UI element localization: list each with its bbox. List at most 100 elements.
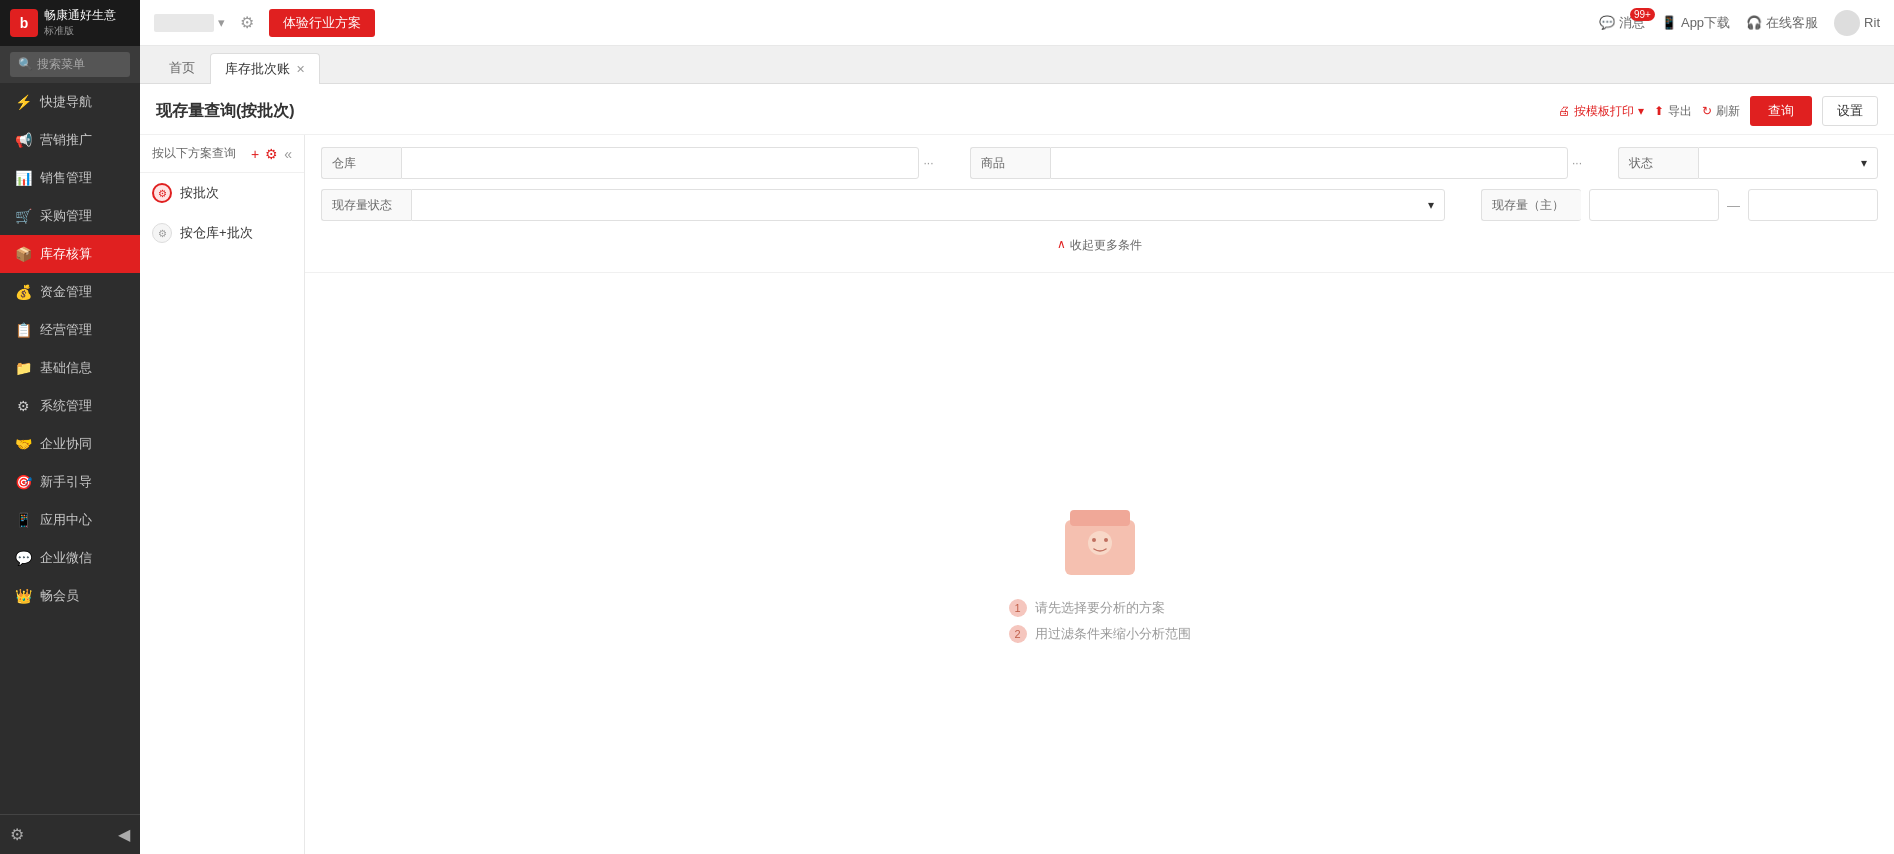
status-select[interactable]: ▾ [1698,147,1878,179]
sidebar-item-marketing[interactable]: 📢 营销推广 [0,121,140,159]
sidebar-item-inventory[interactable]: 📦 库存核算 [0,235,140,273]
sidebar-item-guide[interactable]: 🎯 新手引导 [0,463,140,501]
tip-text-1: 请先选择要分析的方案 [1035,599,1165,617]
add-scheme-button[interactable]: + [251,146,259,162]
messages-badge: 99+ [1630,8,1655,21]
collapse-icon: ∧ [1057,237,1066,254]
sidebar-item-label: 新手引导 [40,473,92,491]
empty-tip-2: 2 用过滤条件来缩小分析范围 [1009,625,1191,643]
sidebar-item-weixin[interactable]: 💬 企业微信 [0,539,140,577]
chevron-down-icon: ▾ [218,15,225,30]
sidebar-settings-icon[interactable]: ⚙ [10,825,24,844]
right-panel: 仓库 ··· 商品 ··· [305,135,1894,854]
page-actions: 🖨 按模板打印 ▾ ⬆ 导出 ↻ 刷新 查询 设置 [1558,96,1878,126]
trial-industry-button[interactable]: 体验行业方案 [269,9,375,37]
left-panel-header: 按以下方案查询 + ⚙ « [140,135,304,173]
phone-icon: 📱 [1661,15,1677,30]
topbar-settings-button[interactable]: ⚙ [233,9,261,37]
printer-icon: 🖨 [1558,104,1570,118]
stock-qty-min-input[interactable] [1589,189,1719,221]
topbar-dropdown[interactable]: ▾ [154,14,225,32]
warehouse-input[interactable] [401,147,919,179]
sidebar-item-label: 基础信息 [40,359,92,377]
stock-qty-label: 现存量（主） [1481,189,1581,221]
sidebar-item-finance[interactable]: 💰 资金管理 [0,273,140,311]
sidebar-header: b 畅康通好生意 标准版 [0,0,140,46]
stock-qty-max-input[interactable] [1748,189,1878,221]
print-button[interactable]: 🖨 按模板打印 ▾ [1558,103,1644,120]
filter-row-2: 现存量状态 ▾ 现存量（主） [321,189,1878,221]
sidebar-item-purchase[interactable]: 🛒 采购管理 [0,197,140,235]
refresh-button[interactable]: ↻ 刷新 [1702,103,1740,120]
sidebar-item-operations[interactable]: 📋 经营管理 [0,311,140,349]
weixin-icon: 💬 [14,549,32,567]
collapse-conditions-button[interactable]: ∧ 收起更多条件 [321,231,1878,260]
sidebar-item-basic[interactable]: 📁 基础信息 [0,349,140,387]
scheme-warehouse-icon: ⚙ [152,223,172,243]
user-name: Rit [1864,15,1880,30]
sidebar-item-label: 资金管理 [40,283,92,301]
enterprise-icon: 🤝 [14,435,32,453]
scheme-settings-button[interactable]: ⚙ [265,146,278,162]
product-input[interactable] [1050,147,1568,179]
left-panel-actions: + ⚙ « [251,146,292,162]
topbar-left: ▾ ⚙ 体验行业方案 [154,9,1589,37]
settings-button[interactable]: 设置 [1822,96,1878,126]
sidebar-item-label: 企业微信 [40,549,92,567]
scheme-batch[interactable]: ⚙ 按批次 [140,173,304,213]
sidebar-item-member[interactable]: 👑 畅会员 [0,577,140,615]
sidebar-item-enterprise[interactable]: 🤝 企业协同 [0,425,140,463]
empty-state: 1 请先选择要分析的方案 2 用过滤条件来缩小分析范围 [305,273,1894,854]
scheme-batch-icon: ⚙ [152,183,172,203]
stock-status-select[interactable]: ▾ [411,189,1445,221]
query-button[interactable]: 查询 [1750,96,1812,126]
sidebar-item-sales[interactable]: 📊 销售管理 [0,159,140,197]
refresh-label: 刷新 [1716,103,1740,120]
scheme-warehouse-batch[interactable]: ⚙ 按仓库+批次 [140,213,304,253]
scheme-header-label: 按以下方案查询 [152,145,236,162]
inventory-batch-tab-label: 库存批次账 [225,60,290,78]
purchase-icon: 🛒 [14,207,32,225]
sidebar-item-app-center[interactable]: 📱 应用中心 [0,501,140,539]
messages-button[interactable]: 💬 消息 99+ [1599,14,1645,32]
refresh-icon: ↻ [1702,104,1712,118]
sidebar-item-label: 经营管理 [40,321,92,339]
search-menu-item[interactable]: 🔍 搜索菜单 [10,52,130,77]
member-icon: 👑 [14,587,32,605]
sidebar-item-label: 销售管理 [40,169,92,187]
sidebar-item-quick-nav[interactable]: ⚡ 快捷导航 [0,83,140,121]
tab-home[interactable]: 首页 [154,52,210,83]
sidebar-item-label: 库存核算 [40,245,92,263]
page-header: 现存量查询(按批次) 🖨 按模板打印 ▾ ⬆ 导出 ↻ 刷新 [140,84,1894,135]
svg-rect-1 [1070,510,1130,526]
topbar-right: 💬 消息 99+ 📱 App下载 🎧 在线客服 Rit [1599,10,1880,36]
warehouse-more-icon[interactable]: ··· [923,156,933,170]
operations-icon: 📋 [14,321,32,339]
system-icon: ⚙ [14,397,32,415]
left-panel: 按以下方案查询 + ⚙ « ⚙ 按批次 [140,135,305,854]
app-title-block: 畅康通好生意 标准版 [44,8,116,38]
empty-illustration [1050,485,1150,585]
export-icon: ⬆ [1654,104,1664,118]
sidebar-item-label: 快捷导航 [40,93,92,111]
status-filter: 状态 ▾ [1618,147,1878,179]
stock-status-filter: 现存量状态 ▾ [321,189,1445,221]
service-button[interactable]: 🎧 在线客服 [1746,14,1818,32]
tab-close-button[interactable]: ✕ [296,64,305,75]
sidebar-item-system[interactable]: ⚙ 系统管理 [0,387,140,425]
collapse-panel-button[interactable]: « [284,146,292,162]
app-download-label: App下载 [1681,14,1730,32]
sidebar-nav: ⚡ 快捷导航 📢 营销推广 📊 销售管理 🛒 采购管理 📦 库存核算 💰 [0,83,140,814]
stock-quantity-filter: 现存量（主） — [1481,189,1878,221]
tabbar: 首页 库存批次账 ✕ [140,46,1894,84]
svg-point-3 [1092,538,1096,542]
user-profile-button[interactable]: Rit [1834,10,1880,36]
tab-inventory-batch[interactable]: 库存批次账 ✕ [210,53,320,84]
sidebar-collapse-icon[interactable]: ◀ [118,825,130,844]
body-layout: 按以下方案查询 + ⚙ « ⚙ 按批次 [140,135,1894,854]
content-area: 现存量查询(按批次) 🖨 按模板打印 ▾ ⬆ 导出 ↻ 刷新 [140,84,1894,854]
export-button[interactable]: ⬆ 导出 [1654,103,1692,120]
app-download-button[interactable]: 📱 App下载 [1661,14,1730,32]
product-more-icon[interactable]: ··· [1572,156,1582,170]
sidebar-search-area[interactable]: 🔍 搜索菜单 [0,46,140,83]
